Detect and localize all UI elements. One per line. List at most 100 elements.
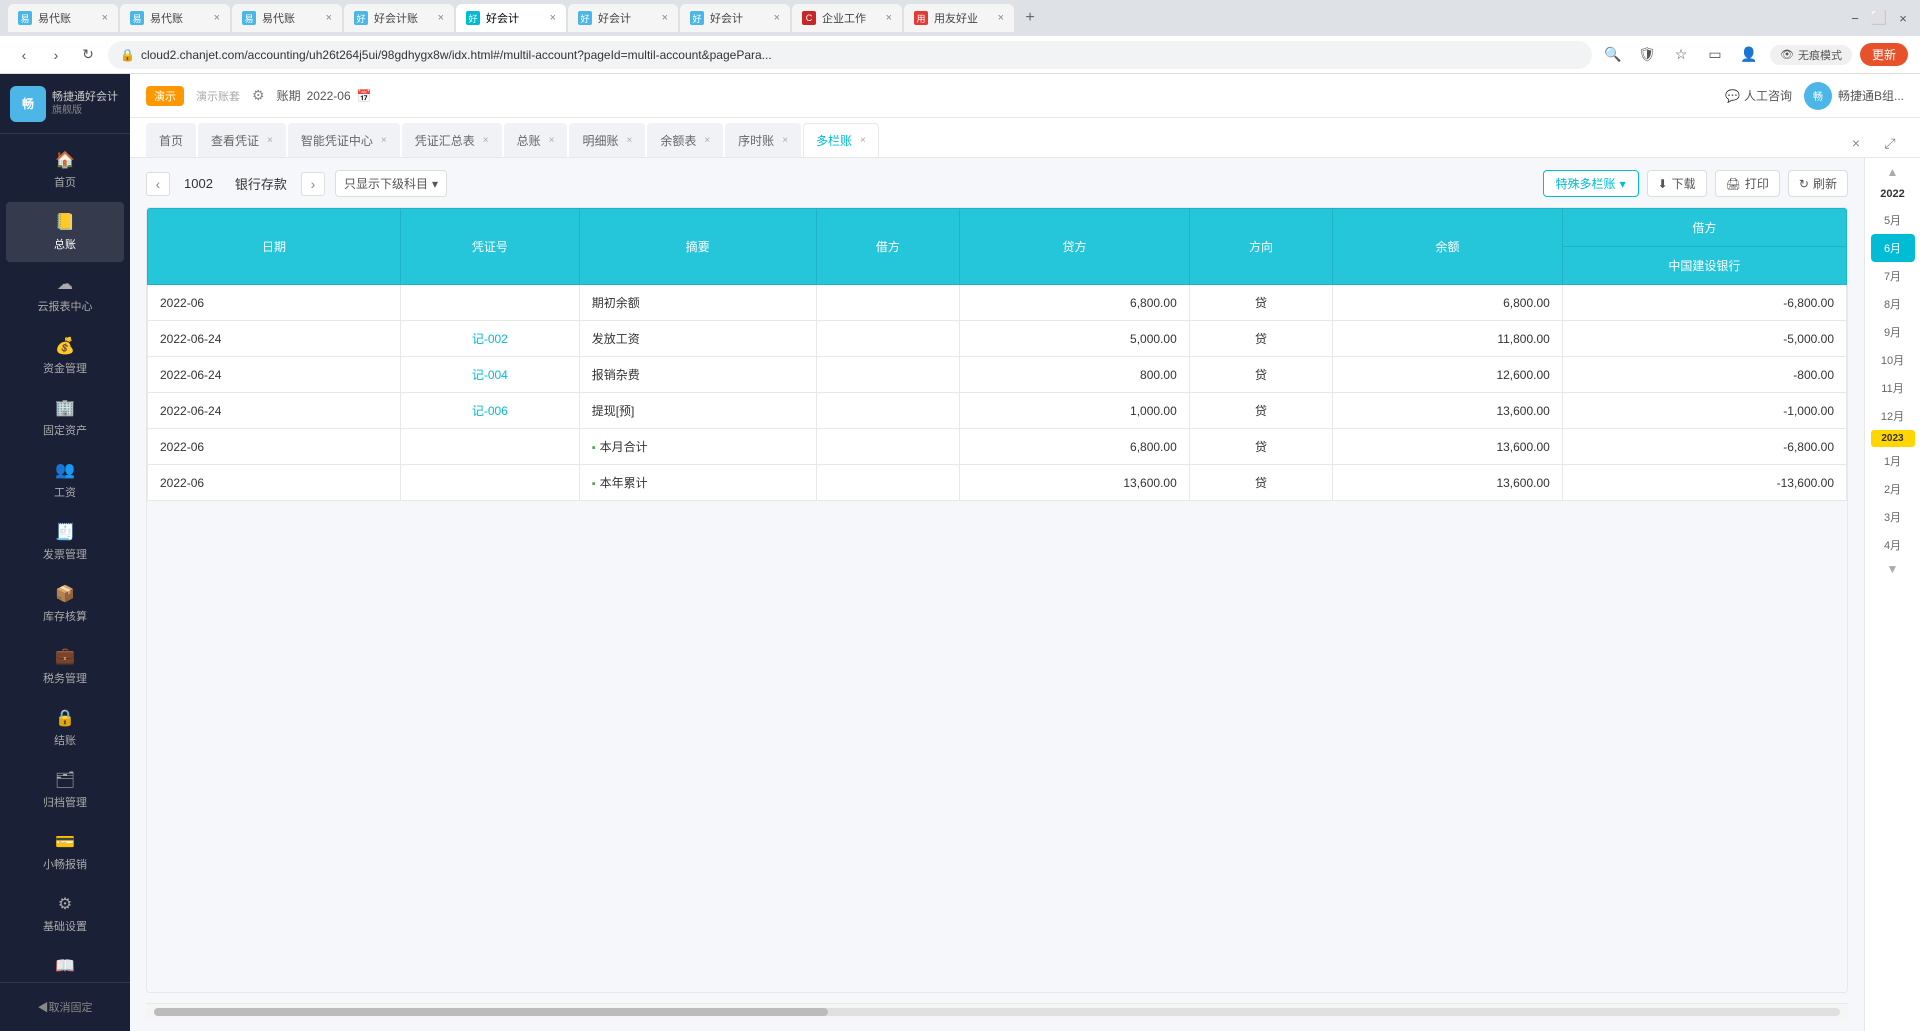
tab-close-7[interactable]: × (774, 12, 780, 24)
print-button[interactable]: 🖨 打印 (1715, 170, 1780, 197)
browser-tab-1[interactable]: 易 易代账 × (8, 4, 118, 32)
tab-general-close[interactable]: × (549, 135, 555, 146)
cell-voucher-3[interactable]: 记-006 (400, 393, 579, 429)
sidebar-item-inventory[interactable]: 📦 库存核算 (6, 574, 124, 634)
calendar-icon[interactable]: 📅 (357, 89, 372, 103)
month-2023-02[interactable]: 2月 (1871, 475, 1915, 503)
month-2023-03[interactable]: 3月 (1871, 503, 1915, 531)
month-2022-09[interactable]: 9月 (1871, 318, 1915, 346)
sidebar-item-ledger[interactable]: 📒 总账 (6, 202, 124, 262)
month-2022-06[interactable]: 6月 (1871, 234, 1915, 262)
consult-button[interactable]: 💬 人工咨询 (1725, 87, 1792, 104)
browser-tab-7[interactable]: 好 好会计 × (680, 4, 790, 32)
tab-multiledger[interactable]: 多栏账 × (803, 123, 879, 157)
tab-close-4[interactable]: × (438, 12, 444, 24)
incognito-button[interactable]: 👁 无痕模式 (1770, 45, 1852, 65)
browser-tab-8[interactable]: C 企业工作 × (792, 4, 902, 32)
tab-collapse-icon[interactable]: × (1842, 129, 1870, 157)
search-icon[interactable]: 🔍 (1600, 42, 1626, 68)
voucher-link-1[interactable]: 记-002 (472, 332, 508, 346)
tab-balance-close[interactable]: × (704, 135, 710, 146)
close-window-button[interactable]: × (1894, 9, 1912, 27)
ad-block-icon[interactable]: 🛡 (1634, 42, 1660, 68)
profile-icon[interactable]: 👤 (1736, 42, 1762, 68)
tab-detail-close[interactable]: × (626, 135, 632, 146)
tab-voucher[interactable]: 查看凭证 × (198, 123, 286, 157)
month-scroll-down[interactable]: ▼ (1877, 559, 1909, 579)
download-button[interactable]: ⬇ 下载 (1647, 170, 1707, 197)
scroll-thumb[interactable] (154, 1008, 828, 1016)
tab-expand-icon[interactable]: ⤢ (1876, 129, 1904, 157)
tab-general[interactable]: 总账 × (504, 123, 568, 157)
screenshot-icon[interactable]: ▭ (1702, 42, 1728, 68)
sidebar-item-close[interactable]: 🔒 结账 (6, 698, 124, 758)
tab-summary-close[interactable]: × (483, 135, 489, 146)
tab-voucher-close[interactable]: × (267, 135, 273, 146)
month-2022-07[interactable]: 7月 (1871, 262, 1915, 290)
tab-close-2[interactable]: × (214, 12, 220, 24)
pin-button[interactable]: ◀取消固定 (0, 991, 130, 1023)
tab-summary[interactable]: 凭证汇总表 × (402, 123, 502, 157)
refresh-button[interactable]: ↻ 刷新 (1788, 170, 1848, 197)
browser-tab-6[interactable]: 好 好会计 × (568, 4, 678, 32)
tab-multiledger-close[interactable]: × (860, 135, 866, 146)
month-2022-11[interactable]: 11月 (1871, 374, 1915, 402)
tab-sequence[interactable]: 序时账 × (725, 123, 801, 157)
tab-smart-close[interactable]: × (381, 135, 387, 146)
sidebar-item-settings[interactable]: ⚙ 基础设置 (6, 884, 124, 944)
restore-button[interactable]: ⬜ (1870, 9, 1888, 27)
minimize-button[interactable]: − (1846, 9, 1864, 27)
sidebar-item-expense[interactable]: 💳 小畅报销 (6, 822, 124, 882)
scroll-track[interactable] (154, 1008, 1840, 1016)
url-bar[interactable]: 🔒 cloud2.chanjet.com/accounting/uh26t264… (108, 41, 1592, 69)
browser-tab-9[interactable]: 用 用友好业 × (904, 4, 1014, 32)
tab-close-5[interactable]: × (550, 12, 556, 24)
month-scroll-up[interactable]: ▲ (1877, 162, 1909, 182)
forward-button[interactable]: › (44, 43, 68, 67)
month-2022-08[interactable]: 8月 (1871, 290, 1915, 318)
tab-close-6[interactable]: × (662, 12, 668, 24)
tab-detail[interactable]: 明细账 × (569, 123, 645, 157)
tab-close-3[interactable]: × (326, 12, 332, 24)
sidebar-item-invoice[interactable]: 🧾 发票管理 (6, 512, 124, 572)
tab-close-1[interactable]: × (102, 12, 108, 24)
multi-col-button[interactable]: 特殊多栏账 ▾ (1543, 170, 1639, 197)
browser-tab-4[interactable]: 好 好会计账 × (344, 4, 454, 32)
sidebar-item-tax[interactable]: 💼 税务管理 (6, 636, 124, 696)
sidebar-item-salary[interactable]: 👥 工资 (6, 450, 124, 510)
cell-voucher-1[interactable]: 记-002 (400, 321, 579, 357)
month-2022-12[interactable]: 12月 (1871, 402, 1915, 430)
month-2022-05[interactable]: 5月 (1871, 206, 1915, 234)
tab-balance[interactable]: 余额表 × (647, 123, 723, 157)
tab-close-8[interactable]: × (886, 12, 892, 24)
bottom-scroll[interactable] (146, 1003, 1848, 1019)
next-account-button[interactable]: › (301, 172, 325, 196)
tab-home[interactable]: 首页 (146, 123, 196, 157)
tab-sequence-close[interactable]: × (782, 135, 788, 146)
month-2022-10[interactable]: 10月 (1871, 346, 1915, 374)
browser-tab-3[interactable]: 易 易代账 × (232, 4, 342, 32)
prev-account-button[interactable]: ‹ (146, 172, 170, 196)
browser-tab-2[interactable]: 易 易代账 × (120, 4, 230, 32)
cell-voucher-2[interactable]: 记-004 (400, 357, 579, 393)
sidebar-item-assets[interactable]: 🏢 固定资产 (6, 388, 124, 448)
voucher-link-3[interactable]: 记-006 (472, 404, 508, 418)
tab-close-9[interactable]: × (998, 12, 1004, 24)
sidebar-item-funds[interactable]: 💰 资金管理 (6, 326, 124, 386)
reload-button[interactable]: ↻ (76, 43, 100, 67)
new-tab-button[interactable]: + (1016, 4, 1044, 32)
sidebar-item-archive[interactable]: 🗂 归档管理 (6, 760, 124, 820)
browser-tab-5[interactable]: 好 好会计 × (456, 4, 566, 32)
sub-account-filter[interactable]: 只显示下级科目 ▾ (335, 170, 447, 197)
voucher-link-2[interactable]: 记-004 (472, 368, 508, 382)
tab-smart[interactable]: 智能凭证中心 × (288, 123, 400, 157)
sidebar-item-guide[interactable]: 📖 新手引导 (6, 946, 124, 982)
sidebar-item-reports[interactable]: ☁ 云报表中心 (6, 264, 124, 324)
update-button[interactable]: 更新 (1860, 43, 1908, 66)
back-button[interactable]: ‹ (12, 43, 36, 67)
sidebar-item-home[interactable]: 🏠 首页 (6, 140, 124, 200)
settings-gear-icon[interactable]: ⚙ (252, 87, 265, 104)
month-2023-04[interactable]: 4月 (1871, 531, 1915, 559)
month-2023-01[interactable]: 1月 (1871, 447, 1915, 475)
star-icon[interactable]: ☆ (1668, 42, 1694, 68)
